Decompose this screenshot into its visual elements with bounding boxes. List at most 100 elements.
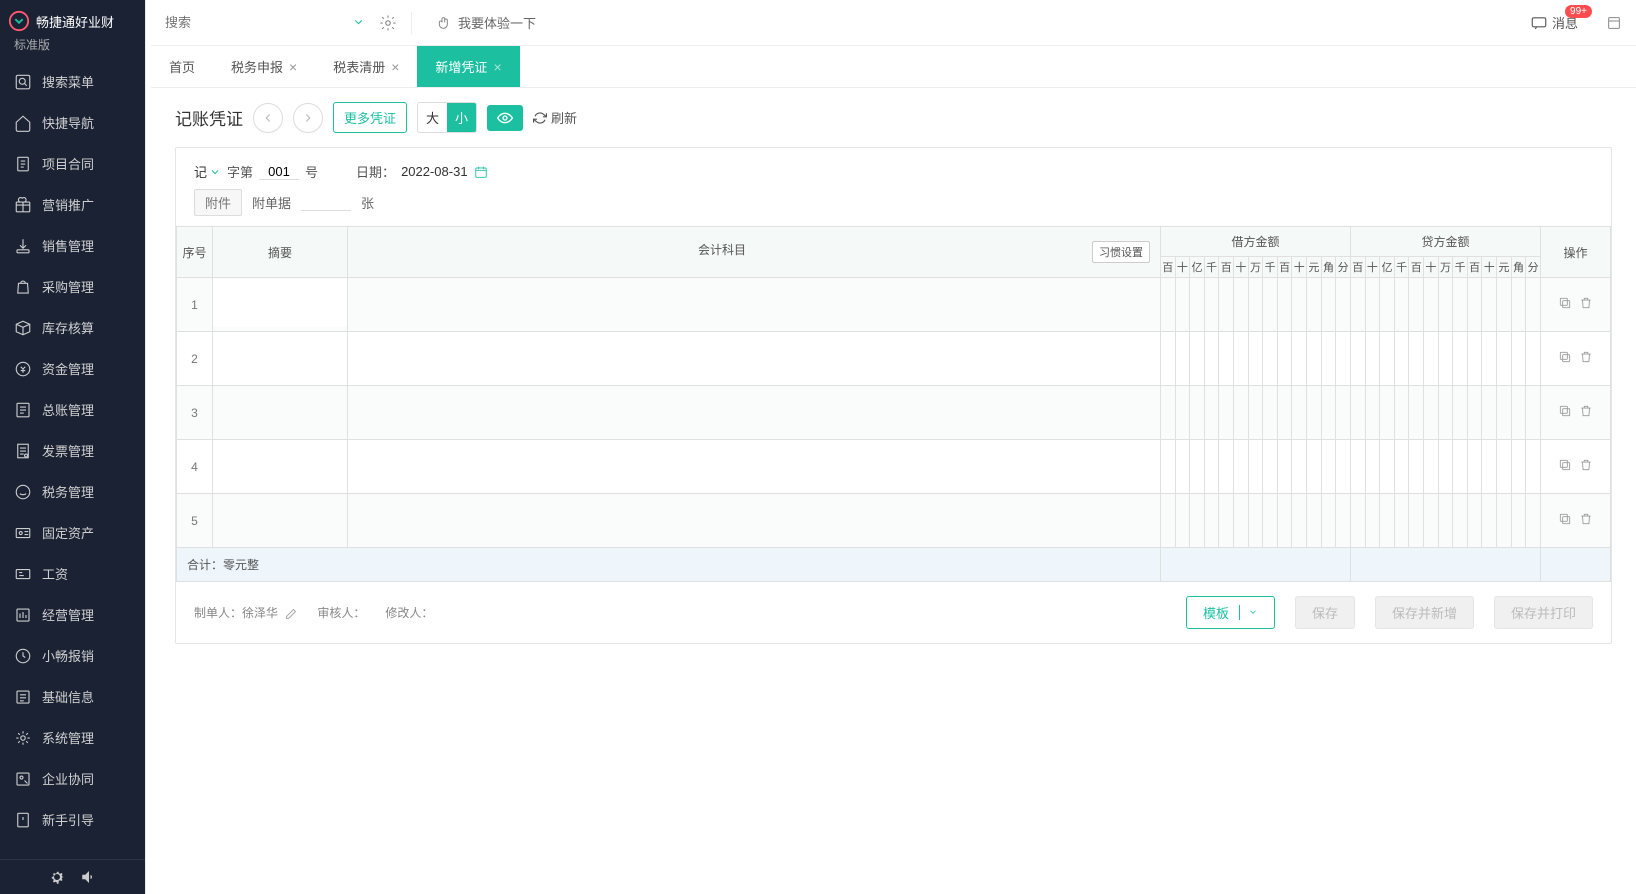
amt-cell[interactable] [1248, 278, 1263, 332]
amt-cell[interactable] [1321, 440, 1336, 494]
summary-cell[interactable] [213, 332, 348, 386]
sidebar-item-14[interactable]: 小畅报销 [0, 635, 145, 676]
amt-cell[interactable] [1453, 386, 1468, 440]
amt-cell[interactable] [1438, 386, 1453, 440]
sidebar-item-2[interactable]: 项目合同 [0, 143, 145, 184]
amt-cell[interactable] [1365, 386, 1380, 440]
gear-icon[interactable] [48, 868, 66, 886]
trash-icon[interactable] [1579, 350, 1593, 364]
amt-cell[interactable] [1307, 386, 1322, 440]
amt-cell[interactable] [1277, 386, 1292, 440]
summary-cell[interactable] [213, 386, 348, 440]
size-small-button[interactable]: 小 [447, 103, 476, 132]
amt-cell[interactable] [1365, 278, 1380, 332]
amt-cell[interactable] [1394, 278, 1409, 332]
amt-cell[interactable] [1526, 332, 1541, 386]
amt-cell[interactable] [1175, 440, 1190, 494]
amt-cell[interactable] [1409, 332, 1424, 386]
try-tip[interactable]: 我要体验一下 [436, 13, 536, 32]
amt-cell[interactable] [1219, 332, 1234, 386]
amt-cell[interactable] [1248, 386, 1263, 440]
amt-cell[interactable] [1204, 494, 1219, 548]
prev-button[interactable] [253, 103, 283, 133]
tab-2[interactable]: 税表清册× [315, 46, 417, 87]
amt-cell[interactable] [1424, 332, 1439, 386]
sidebar-item-16[interactable]: 系统管理 [0, 717, 145, 758]
amt-cell[interactable] [1511, 332, 1526, 386]
sidebar-item-11[interactable]: 固定资产 [0, 512, 145, 553]
sidebar-item-9[interactable]: 发票管理 [0, 430, 145, 471]
copy-icon[interactable] [1558, 404, 1572, 418]
sidebar-item-6[interactable]: 库存核算 [0, 307, 145, 348]
amt-cell[interactable] [1438, 494, 1453, 548]
sidebar-divider[interactable] [145, 0, 151, 894]
amt-cell[interactable] [1307, 332, 1322, 386]
amt-cell[interactable] [1292, 386, 1307, 440]
amt-cell[interactable] [1526, 494, 1541, 548]
subject-cell[interactable] [348, 386, 1161, 440]
amt-cell[interactable] [1409, 440, 1424, 494]
amt-cell[interactable] [1219, 494, 1234, 548]
amt-cell[interactable] [1175, 494, 1190, 548]
sidebar-item-4[interactable]: 销售管理 [0, 225, 145, 266]
amt-cell[interactable] [1497, 494, 1512, 548]
amt-cell[interactable] [1175, 386, 1190, 440]
amt-cell[interactable] [1424, 494, 1439, 548]
amt-cell[interactable] [1526, 440, 1541, 494]
message-button[interactable]: 消息 99+ [1530, 13, 1578, 32]
sidebar-item-5[interactable]: 采购管理 [0, 266, 145, 307]
amt-cell[interactable] [1190, 332, 1205, 386]
copy-icon[interactable] [1558, 512, 1572, 526]
amt-cell[interactable] [1482, 386, 1497, 440]
calendar-icon[interactable] [474, 165, 488, 179]
amt-cell[interactable] [1424, 386, 1439, 440]
amt-cell[interactable] [1351, 332, 1366, 386]
amt-cell[interactable] [1409, 278, 1424, 332]
amt-cell[interactable] [1190, 386, 1205, 440]
amt-cell[interactable] [1204, 440, 1219, 494]
amt-cell[interactable] [1175, 278, 1190, 332]
amt-cell[interactable] [1219, 440, 1234, 494]
sidebar-item-1[interactable]: 快捷导航 [0, 102, 145, 143]
amt-cell[interactable] [1248, 332, 1263, 386]
amt-cell[interactable] [1380, 494, 1395, 548]
amt-cell[interactable] [1292, 494, 1307, 548]
sidebar-item-8[interactable]: 总账管理 [0, 389, 145, 430]
amt-cell[interactable] [1277, 494, 1292, 548]
sidebar-item-10[interactable]: 税务管理 [0, 471, 145, 512]
voucher-type-select[interactable]: 记 [194, 162, 221, 181]
subject-cell[interactable] [348, 332, 1161, 386]
amt-cell[interactable] [1409, 386, 1424, 440]
sidebar-item-17[interactable]: 企业协同 [0, 758, 145, 799]
trash-icon[interactable] [1579, 404, 1593, 418]
close-icon[interactable]: × [391, 59, 399, 75]
amt-cell[interactable] [1204, 386, 1219, 440]
amt-cell[interactable] [1453, 332, 1468, 386]
amt-cell[interactable] [1263, 332, 1278, 386]
amt-cell[interactable] [1365, 440, 1380, 494]
amt-cell[interactable] [1453, 494, 1468, 548]
amt-cell[interactable] [1336, 278, 1351, 332]
copy-icon[interactable] [1558, 350, 1572, 364]
amt-cell[interactable] [1467, 278, 1482, 332]
amt-cell[interactable] [1336, 440, 1351, 494]
amt-cell[interactable] [1321, 494, 1336, 548]
tab-0[interactable]: 首页 [151, 46, 213, 87]
sidebar-item-12[interactable]: 工资 [0, 553, 145, 594]
amt-cell[interactable] [1453, 440, 1468, 494]
amt-cell[interactable] [1482, 440, 1497, 494]
amt-cell[interactable] [1438, 440, 1453, 494]
date-value[interactable]: 2022-08-31 [401, 164, 468, 179]
save-new-button[interactable]: 保存并新增 [1375, 596, 1474, 629]
amt-cell[interactable] [1321, 332, 1336, 386]
amt-cell[interactable] [1497, 332, 1512, 386]
amt-cell[interactable] [1424, 278, 1439, 332]
amt-cell[interactable] [1292, 332, 1307, 386]
amt-cell[interactable] [1161, 278, 1176, 332]
amt-cell[interactable] [1263, 440, 1278, 494]
save-button[interactable]: 保存 [1295, 596, 1355, 629]
next-button[interactable] [293, 103, 323, 133]
subject-cell[interactable] [348, 278, 1161, 332]
amt-cell[interactable] [1161, 494, 1176, 548]
amt-cell[interactable] [1175, 332, 1190, 386]
